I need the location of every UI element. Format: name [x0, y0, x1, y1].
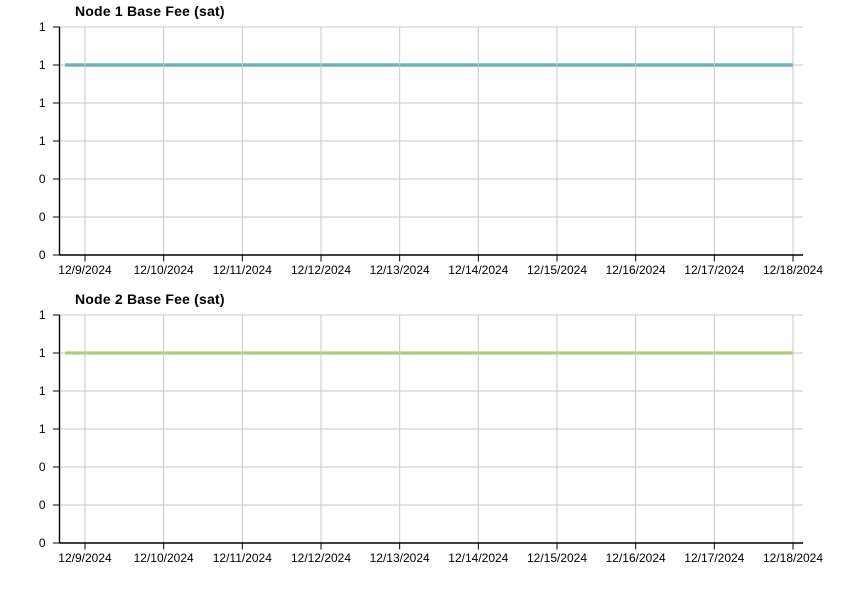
- svg-text:12/16/2024: 12/16/2024: [606, 551, 666, 565]
- svg-text:12/9/2024: 12/9/2024: [58, 551, 112, 565]
- svg-text:1: 1: [39, 422, 46, 436]
- svg-text:12/14/2024: 12/14/2024: [448, 263, 508, 277]
- svg-text:0: 0: [39, 248, 46, 262]
- svg-text:0: 0: [39, 498, 46, 512]
- svg-text:1: 1: [39, 58, 46, 72]
- chart-node1: Node 1 Base Fee (sat) 1 1 1 1 0 0 0 12/9/2024 12…: [0, 0, 860, 288]
- svg-text:12/18/2024: 12/18/2024: [763, 263, 823, 277]
- svg-text:12/13/2024: 12/13/2024: [370, 551, 430, 565]
- svg-text:0: 0: [39, 172, 46, 186]
- svg-text:12/10/2024: 12/10/2024: [134, 551, 194, 565]
- svg-text:1: 1: [39, 134, 46, 148]
- svg-text:1: 1: [39, 346, 46, 360]
- svg-text:12/14/2024: 12/14/2024: [448, 551, 508, 565]
- svg-text:12/13/2024: 12/13/2024: [370, 263, 430, 277]
- svg-text:1: 1: [39, 96, 46, 110]
- svg-text:0: 0: [39, 460, 46, 474]
- svg-text:12/11/2024: 12/11/2024: [213, 551, 272, 565]
- svg-text:1: 1: [39, 20, 46, 34]
- svg-text:12/12/2024: 12/12/2024: [291, 551, 351, 565]
- chart-node2: Node 2 Base Fee (sat) 1 1 1 1 0 0 0 12/9/2024 12…: [0, 288, 860, 600]
- chart-node2-plot: 1 1 1 1 0 0 0 12/9/2024 12/10/2024 12/11/2024 12/1…: [39, 308, 824, 565]
- svg-text:0: 0: [39, 536, 46, 550]
- svg-text:12/11/2024: 12/11/2024: [213, 263, 272, 277]
- svg-text:12/17/2024: 12/17/2024: [684, 263, 744, 277]
- svg-text:12/12/2024: 12/12/2024: [291, 263, 351, 277]
- svg-text:1: 1: [39, 308, 46, 322]
- svg-text:12/10/2024: 12/10/2024: [134, 263, 194, 277]
- chart-node1-plot: 1 1 1 1 0 0 0 12/9/2024 12/10/2024 12/11/2024 12/1…: [39, 20, 824, 277]
- svg-text:12/15/2024: 12/15/2024: [527, 551, 587, 565]
- svg-text:12/9/2024: 12/9/2024: [58, 263, 112, 277]
- charts-panel: Node 1 Base Fee (sat) 1 1 1 1 0 0 0 12/9/2024 12…: [0, 0, 860, 600]
- svg-text:1: 1: [39, 384, 46, 398]
- svg-text:12/15/2024: 12/15/2024: [527, 263, 587, 277]
- svg-text:12/17/2024: 12/17/2024: [684, 551, 744, 565]
- svg-text:12/18/2024: 12/18/2024: [763, 551, 823, 565]
- svg-text:12/16/2024: 12/16/2024: [606, 263, 666, 277]
- svg-text:0: 0: [39, 210, 46, 224]
